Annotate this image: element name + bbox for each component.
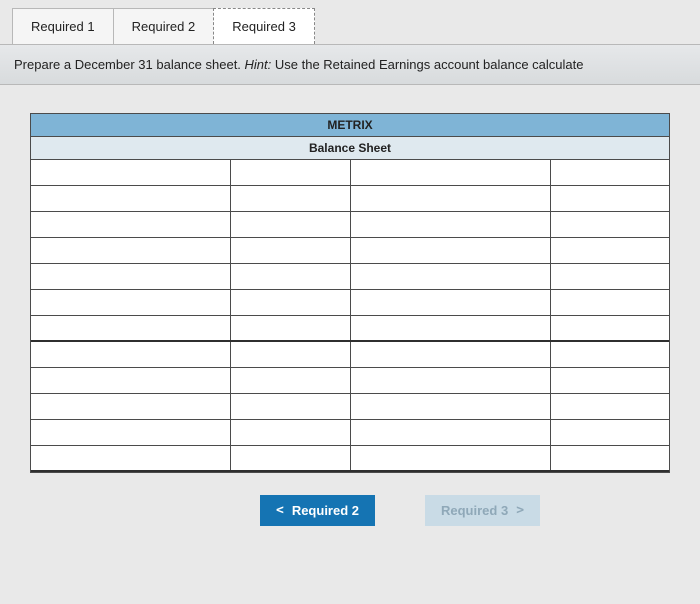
cell-input[interactable] [551,316,671,340]
cell-input[interactable] [231,212,351,237]
next-button: Required 3 > [425,495,540,526]
cell-input[interactable] [551,264,671,289]
cell-input[interactable] [231,316,351,340]
nav-buttons: < Required 2 Required 3 > [0,481,700,526]
cell-input[interactable] [551,186,671,211]
cell-input[interactable] [31,394,231,419]
prev-button-label: Required 2 [292,503,359,518]
cell-input[interactable] [31,238,231,263]
cell-input[interactable] [231,264,351,289]
cell-input[interactable] [351,342,551,367]
cell-input[interactable] [231,238,351,263]
cell-input[interactable] [351,394,551,419]
instruction-bar: Prepare a December 31 balance sheet. Hin… [0,44,700,85]
cell-input[interactable] [351,316,551,340]
cell-input[interactable] [551,394,671,419]
cell-input[interactable] [351,264,551,289]
instruction-text-2: Use the Retained Earnings account balanc… [271,57,583,72]
tab-required-1[interactable]: Required 1 [12,8,114,44]
cell-input[interactable] [551,446,671,470]
cell-input[interactable] [31,160,231,185]
cell-input[interactable] [551,238,671,263]
cell-input[interactable] [231,290,351,315]
cell-input[interactable] [551,290,671,315]
chevron-left-icon: < [276,503,284,518]
hint-label: Hint: [245,57,272,72]
cell-input[interactable] [351,212,551,237]
cell-input[interactable] [31,264,231,289]
cell-input[interactable] [351,420,551,445]
tab-required-3[interactable]: Required 3 [213,8,315,44]
cell-input[interactable] [551,342,671,367]
cell-input[interactable] [31,368,231,393]
cell-input[interactable] [231,394,351,419]
cell-input[interactable] [231,342,351,367]
sheet-body [31,160,669,472]
cell-input[interactable] [551,212,671,237]
cell-input[interactable] [351,446,551,470]
company-name: METRIX [31,114,669,137]
cell-input[interactable] [31,186,231,211]
cell-input[interactable] [351,186,551,211]
worksheet-container: Required 1 Required 2 Required 3 Prepare… [0,0,700,604]
cell-input[interactable] [351,368,551,393]
sheet-title: Balance Sheet [31,137,669,160]
cell-input[interactable] [551,420,671,445]
prev-button[interactable]: < Required 2 [260,495,375,526]
cell-input[interactable] [231,186,351,211]
cell-input[interactable] [31,212,231,237]
cell-input[interactable] [31,446,231,470]
cell-input[interactable] [551,160,671,185]
cell-input[interactable] [31,420,231,445]
cell-input[interactable] [351,290,551,315]
cell-input[interactable] [31,316,231,340]
sheet-area: METRIX Balance Sheet [0,85,700,481]
cell-input[interactable] [231,368,351,393]
cell-input[interactable] [351,160,551,185]
cell-input[interactable] [351,238,551,263]
sheet-header: METRIX Balance Sheet [31,114,669,160]
tab-bar: Required 1 Required 2 Required 3 [0,8,700,44]
balance-sheet-table: METRIX Balance Sheet [30,113,670,473]
next-button-label: Required 3 [441,503,508,518]
cell-input[interactable] [31,290,231,315]
instruction-text: Prepare a December 31 balance sheet. [14,57,245,72]
cell-input[interactable] [31,342,231,367]
cell-input[interactable] [231,420,351,445]
cell-input[interactable] [551,368,671,393]
cell-input[interactable] [231,446,351,470]
chevron-right-icon: > [516,503,524,518]
cell-input[interactable] [231,160,351,185]
tab-required-2[interactable]: Required 2 [113,8,215,44]
